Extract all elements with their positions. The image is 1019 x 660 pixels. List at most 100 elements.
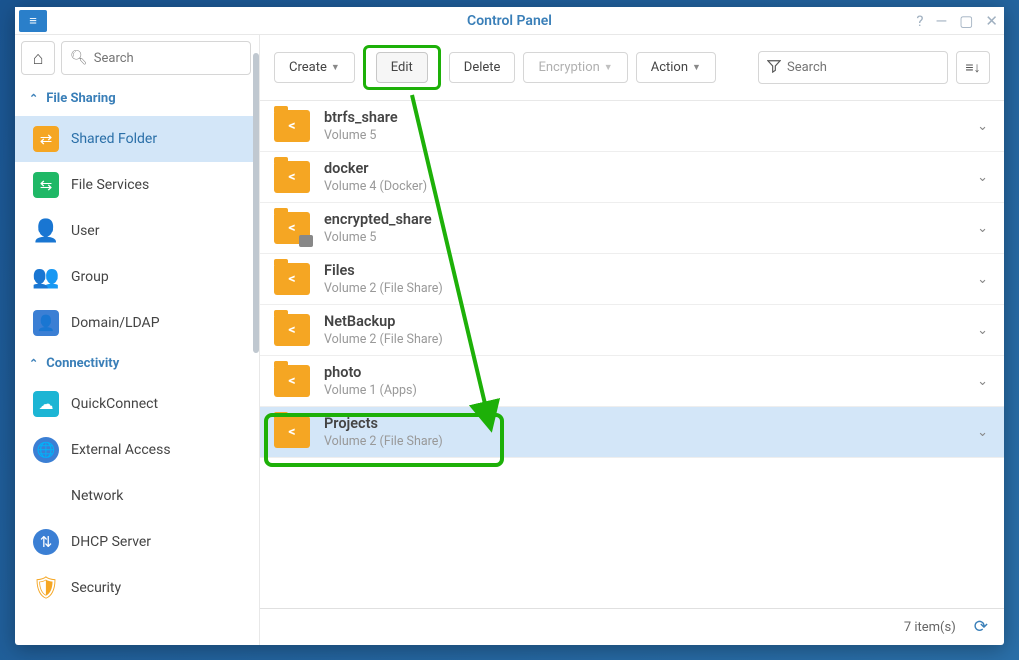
domain-icon: 👤 — [33, 310, 59, 336]
share-folder-icon: < — [274, 416, 310, 448]
button-label: Delete — [464, 60, 501, 75]
sort-button[interactable]: ≡↓ — [956, 51, 990, 84]
nav-label: User — [71, 223, 99, 239]
create-button[interactable]: Create ▼ — [274, 52, 355, 83]
scrollbar-thumb[interactable] — [253, 53, 259, 353]
folder-volume: Volume 5 — [324, 230, 977, 245]
edit-button[interactable]: Edit — [376, 52, 428, 83]
home-button[interactable]: ⌂ — [21, 41, 55, 75]
nav-label: Shared Folder — [71, 131, 157, 147]
chevron-down-icon: ▼ — [331, 62, 340, 73]
sidebar-item-security[interactable]: 🛡 Security — [15, 565, 259, 611]
folder-share-icon: ⇄ — [33, 126, 59, 152]
folder-list: < btrfs_share Volume 5 ⌄ < docker Volume… — [260, 101, 1004, 608]
folder-row[interactable]: < encrypted_share Volume 5 ⌄ — [260, 203, 1004, 254]
window-title: Control Panel — [467, 13, 552, 29]
nav-label: External Access — [71, 442, 171, 458]
sidebar-item-external-access[interactable]: 🌐 External Access — [15, 427, 259, 473]
minimize-icon[interactable]: — — [936, 12, 948, 30]
toolbar: Create ▼ Edit Delete Encryption ▼ Action — [260, 35, 1004, 101]
nav-label: Domain/LDAP — [71, 315, 160, 331]
share-folder-icon: < — [274, 161, 310, 193]
sidebar-item-file-services[interactable]: ⇆ File Services — [15, 162, 259, 208]
delete-button[interactable]: Delete — [449, 52, 516, 83]
sidebar-search-input[interactable] — [94, 51, 242, 66]
folder-volume: Volume 2 (File Share) — [324, 434, 977, 449]
share-folder-icon: < — [274, 263, 310, 295]
folder-volume: Volume 5 — [324, 128, 977, 143]
shield-icon: 🛡 — [33, 575, 59, 601]
folder-row[interactable]: < docker Volume 4 (Docker) ⌄ — [260, 152, 1004, 203]
sidebar-search[interactable]: 🔍︎ — [61, 41, 251, 75]
app-icon: ≡ — [19, 10, 47, 32]
encryption-button[interactable]: Encryption ▼ — [523, 52, 627, 83]
nav-label: Group — [71, 269, 109, 285]
refresh-icon: ⟳ — [974, 617, 988, 637]
home-icon: ⌂ — [33, 48, 44, 69]
sidebar-item-domain-ldap[interactable]: 👤 Domain/LDAP — [15, 300, 259, 346]
sidebar-item-network[interactable]: 🖧 Network — [15, 473, 259, 519]
lock-badge-icon — [299, 235, 313, 247]
help-icon[interactable]: ? — [916, 12, 923, 30]
filter-input[interactable] — [787, 60, 939, 75]
folder-name: Files — [324, 262, 977, 279]
share-folder-icon: < — [274, 314, 310, 346]
sidebar-item-dhcp-server[interactable]: ⇅ DHCP Server — [15, 519, 259, 565]
folder-name: docker — [324, 160, 977, 177]
maximize-icon[interactable]: ▢ — [959, 12, 973, 30]
titlebar: ≡ Control Panel ? — ▢ ✕ — [15, 7, 1004, 35]
chevron-down-icon[interactable]: ⌄ — [977, 170, 988, 185]
folder-row-selected[interactable]: < Projects Volume 2 (File Share) ⌄ — [260, 407, 1004, 458]
sidebar-scrollbar[interactable] — [253, 53, 259, 645]
section-connectivity[interactable]: ⌃ Connectivity — [15, 346, 259, 381]
item-count: 7 item(s) — [904, 620, 956, 635]
chevron-up-icon: ⌃ — [29, 92, 38, 105]
action-button[interactable]: Action ▼ — [636, 52, 716, 83]
funnel-icon — [767, 59, 781, 77]
folder-row[interactable]: < Files Volume 2 (File Share) ⌄ — [260, 254, 1004, 305]
sidebar-item-user[interactable]: 👤 User — [15, 208, 259, 254]
close-icon[interactable]: ✕ — [985, 12, 998, 30]
folder-row[interactable]: < btrfs_share Volume 5 ⌄ — [260, 101, 1004, 152]
filter-search[interactable] — [758, 51, 948, 84]
sidebar-item-group[interactable]: 👥 Group — [15, 254, 259, 300]
refresh-button[interactable]: ⟳ — [974, 617, 988, 637]
section-label: File Sharing — [46, 91, 115, 106]
chevron-down-icon[interactable]: ⌄ — [977, 323, 988, 338]
folder-row[interactable]: < photo Volume 1 (Apps) ⌄ — [260, 356, 1004, 407]
globe-icon: 🌐 — [33, 437, 59, 463]
button-label: Edit — [391, 60, 413, 75]
folder-name: NetBackup — [324, 313, 977, 330]
section-file-sharing[interactable]: ⌃ File Sharing — [15, 81, 259, 116]
dhcp-icon: ⇅ — [33, 529, 59, 555]
chevron-down-icon[interactable]: ⌄ — [977, 374, 988, 389]
control-panel-window: ≡ Control Panel ? — ▢ ✕ ⌂ 🔍︎ ⌃ File Shar… — [15, 7, 1004, 645]
window-controls: ? — ▢ ✕ — [916, 7, 998, 34]
chevron-down-icon[interactable]: ⌄ — [977, 425, 988, 440]
sidebar: ⌂ 🔍︎ ⌃ File Sharing ⇄ Shared Folder ⇆ Fi… — [15, 35, 260, 645]
nav-label: Security — [71, 580, 121, 596]
sidebar-item-shared-folder[interactable]: ⇄ Shared Folder — [15, 116, 259, 162]
edit-highlight-annotation: Edit — [363, 45, 441, 90]
nav-label: DHCP Server — [71, 534, 151, 550]
chevron-down-icon[interactable]: ⌄ — [977, 221, 988, 236]
file-services-icon: ⇆ — [33, 172, 59, 198]
sidebar-item-quickconnect[interactable]: ☁ QuickConnect — [15, 381, 259, 427]
status-bar: 7 item(s) ⟳ — [260, 608, 1004, 645]
folder-name: encrypted_share — [324, 211, 977, 228]
nav-label: File Services — [71, 177, 149, 193]
folder-row[interactable]: < NetBackup Volume 2 (File Share) ⌄ — [260, 305, 1004, 356]
button-label: Action — [651, 60, 688, 75]
chevron-down-icon: ▼ — [692, 62, 701, 73]
folder-name: btrfs_share — [324, 109, 977, 126]
chevron-down-icon[interactable]: ⌄ — [977, 119, 988, 134]
folder-volume: Volume 4 (Docker) — [324, 179, 977, 194]
button-label: Create — [289, 60, 327, 75]
cloud-icon: ☁ — [33, 391, 59, 417]
folder-volume: Volume 2 (File Share) — [324, 332, 977, 347]
chevron-down-icon[interactable]: ⌄ — [977, 272, 988, 287]
network-icon: 🖧 — [33, 483, 59, 509]
main-panel: Create ▼ Edit Delete Encryption ▼ Action — [260, 35, 1004, 645]
share-folder-icon: < — [274, 365, 310, 397]
nav-label: Network — [71, 488, 123, 504]
